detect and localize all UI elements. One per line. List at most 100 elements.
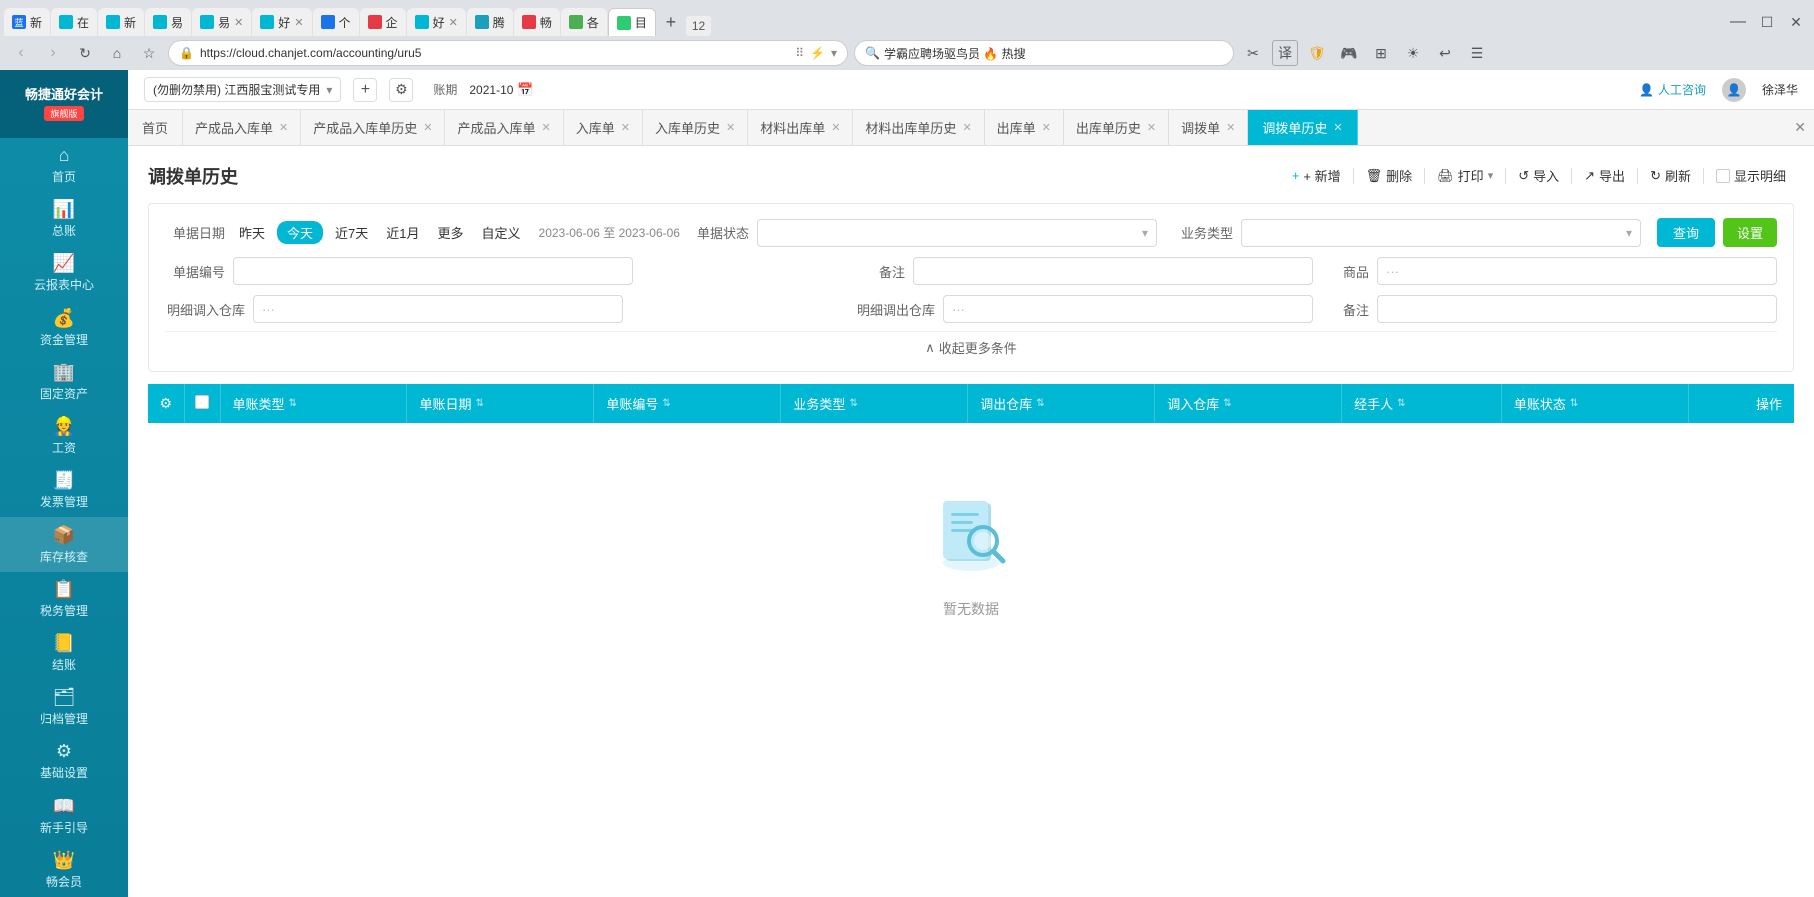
company-selector[interactable]: (勿删勿禁用) 江西服宝测试专用 ▾ [144,77,341,102]
tab-close-icon[interactable]: ✕ [962,121,971,134]
shield-icon[interactable]: 🛡 [1304,40,1330,66]
bookmark-button[interactable]: ☆ [136,40,162,66]
browser-tab-3[interactable]: 新 [98,8,144,36]
search-box[interactable]: 🔍 学霸应聘场驱鸟员 🔥 热搜 [854,40,1234,66]
browser-maximize-icon[interactable]: ☐ [1753,8,1781,36]
settings-green-button[interactable]: 设置 [1723,218,1777,247]
sidebar-item-ledger[interactable]: 📊 总账 [0,192,128,246]
remark-input[interactable] [913,257,1313,285]
tab-close-icon[interactable]: ✕ [542,121,551,134]
brightness-icon[interactable]: ☀ [1400,40,1426,66]
tab-panel-close-icon[interactable]: ✕ [1786,119,1814,136]
goods-filter-select[interactable]: ··· [1377,257,1777,285]
page-refresh-button[interactable]: ↻ 刷新 [1642,162,1699,189]
browser-tab-12[interactable]: 各 [561,8,607,36]
new-button[interactable]: + + 新增 [1284,162,1349,189]
tab-close-icon[interactable]: ✕ [279,121,288,134]
th-doc-status[interactable]: 单账状态 ⇅ [1501,384,1688,423]
th-handler[interactable]: 经手人 ⇅ [1342,384,1502,423]
sidebar-item-payroll[interactable]: 👷 工资 [0,409,128,463]
tab-product-in-history[interactable]: 产成品入库单历史 ✕ [301,110,445,146]
tab-close-icon[interactable]: ✕ [449,16,458,29]
browser-tab-6[interactable]: 好 ✕ [252,8,311,36]
back-button[interactable]: ‹ [8,40,34,66]
tab-close-icon[interactable]: ✕ [1333,121,1342,134]
browser-tab-2[interactable]: 在 [51,8,97,36]
import-button[interactable]: ↺ 导入 [1510,162,1567,189]
tab-close-icon[interactable]: ✕ [423,121,432,134]
user-avatar[interactable]: 👤 [1722,78,1746,102]
address-input[interactable]: 🔒 https://cloud.chanjet.com/accounting/u… [168,40,848,66]
detail-in-filter-select[interactable]: ··· [253,295,623,323]
delete-button[interactable]: 🗑 删除 [1358,162,1421,189]
refresh-button[interactable]: ↻ [72,40,98,66]
biz-type-filter-select[interactable]: ▾ [1241,219,1641,247]
query-button[interactable]: 查询 [1657,218,1715,247]
tab-close-icon[interactable]: ✕ [234,16,243,29]
th-transfer-in[interactable]: 调入仓库 ⇅ [1155,384,1342,423]
sidebar-item-newbie[interactable]: 📖 新手引导 [0,789,128,843]
sidebar-item-home[interactable]: ⌂ 首页 [0,138,128,192]
print-button[interactable]: 🖨 打印 ▾ [1429,162,1501,189]
th-doc-date[interactable]: 单账日期 ⇅ [407,384,594,423]
date-yesterday-btn[interactable]: 昨天 [233,221,271,244]
sidebar-logo[interactable]: 畅捷通好会计 旗舰版 [0,70,128,138]
browser-tab-9[interactable]: 好 ✕ [407,8,466,36]
status-filter-select[interactable]: ▾ [757,219,1157,247]
tab-warehouse-in-history[interactable]: 入库单历史 ✕ [643,110,748,146]
settings-icon-button[interactable]: ⚙ [389,78,413,102]
export-button[interactable]: ↗ 导出 [1576,162,1633,189]
sidebar-item-funds[interactable]: 💰 资金管理 [0,300,128,354]
date-custom-btn[interactable]: 自定义 [476,221,527,244]
browser-tab-8[interactable]: 企 [360,8,406,36]
tab-material-out-history[interactable]: 材料出库单历史 ✕ [853,110,984,146]
tab-warehouse-in[interactable]: 入库单 ✕ [564,110,643,146]
browser-tab-10[interactable]: 腾 [467,8,513,36]
undo-icon[interactable]: ↩ [1432,40,1458,66]
doc-no-input[interactable] [233,257,633,285]
sidebar-item-settings[interactable]: ⚙ 基础设置 [0,734,128,788]
sidebar-item-fixed-assets[interactable]: 🏢 固定资产 [0,355,128,409]
sidebar-item-inventory[interactable]: 📦 库存核查 [0,517,128,571]
browser-tab-active[interactable]: 目 [608,8,656,36]
browser-minimize-icon[interactable]: — [1724,8,1752,36]
forward-button[interactable]: › [40,40,66,66]
tab-close-icon[interactable]: ✕ [1042,121,1051,134]
th-transfer-out[interactable]: 调出仓库 ⇅ [968,384,1155,423]
sidebar-item-membership[interactable]: 👑 畅会员 [0,843,128,897]
th-biz-type[interactable]: 业务类型 ⇅ [781,384,968,423]
browser-tab-7[interactable]: 个 [313,8,359,36]
tab-close-icon[interactable]: ✕ [294,16,303,29]
detail-out-filter-select[interactable]: ··· [943,295,1313,323]
tab-material-out[interactable]: 材料出库单 ✕ [748,110,853,146]
sidebar-item-invoice[interactable]: 🧾 发票管理 [0,463,128,517]
home-button[interactable]: ⌂ [104,40,130,66]
tab-close-icon[interactable]: ✕ [1226,121,1235,134]
detail-remark-input[interactable] [1377,295,1777,323]
tab-out[interactable]: 出库单 ✕ [985,110,1064,146]
collapse-button[interactable]: ∧ 收起更多条件 [165,331,1777,357]
browser-close-icon[interactable]: ✕ [1782,8,1810,36]
cut-icon[interactable]: ✂ [1240,40,1266,66]
translate-icon[interactable]: 译 [1272,40,1298,66]
tab-close-icon[interactable]: ✕ [621,121,630,134]
tab-transfer[interactable]: 调拨单 ✕ [1169,110,1248,146]
sidebar-item-archive[interactable]: 🗂 归档管理 [0,680,128,734]
show-options[interactable]: 显示明细 [1708,162,1794,189]
tab-close-icon[interactable]: ✕ [831,121,840,134]
period-selector[interactable]: 2021-10 📅 [469,82,533,98]
th-doc-no[interactable]: 单账编号 ⇅ [594,384,781,423]
date-today-btn[interactable]: 今天 [277,221,323,244]
tab-transfer-history[interactable]: 调拨单历史 ✕ [1248,110,1357,146]
game-icon[interactable]: 🎮 [1336,40,1362,66]
sidebar-item-cloud-report[interactable]: 📈 云报表中心 [0,246,128,300]
browser-tab-11[interactable]: 畅 [514,8,560,36]
tab-out-history[interactable]: 出库单历史 ✕ [1064,110,1169,146]
tab-new-button[interactable]: + [657,8,685,36]
grid-icon[interactable]: ⊞ [1368,40,1394,66]
menu-icon[interactable]: ☰ [1464,40,1490,66]
browser-tab-5[interactable]: 易 ✕ [192,8,251,36]
th-checkbox[interactable] [184,384,220,423]
th-doc-type[interactable]: 单账类型 ⇅ [220,384,407,423]
tab-product-in[interactable]: 产成品入库单 ✕ [183,110,301,146]
